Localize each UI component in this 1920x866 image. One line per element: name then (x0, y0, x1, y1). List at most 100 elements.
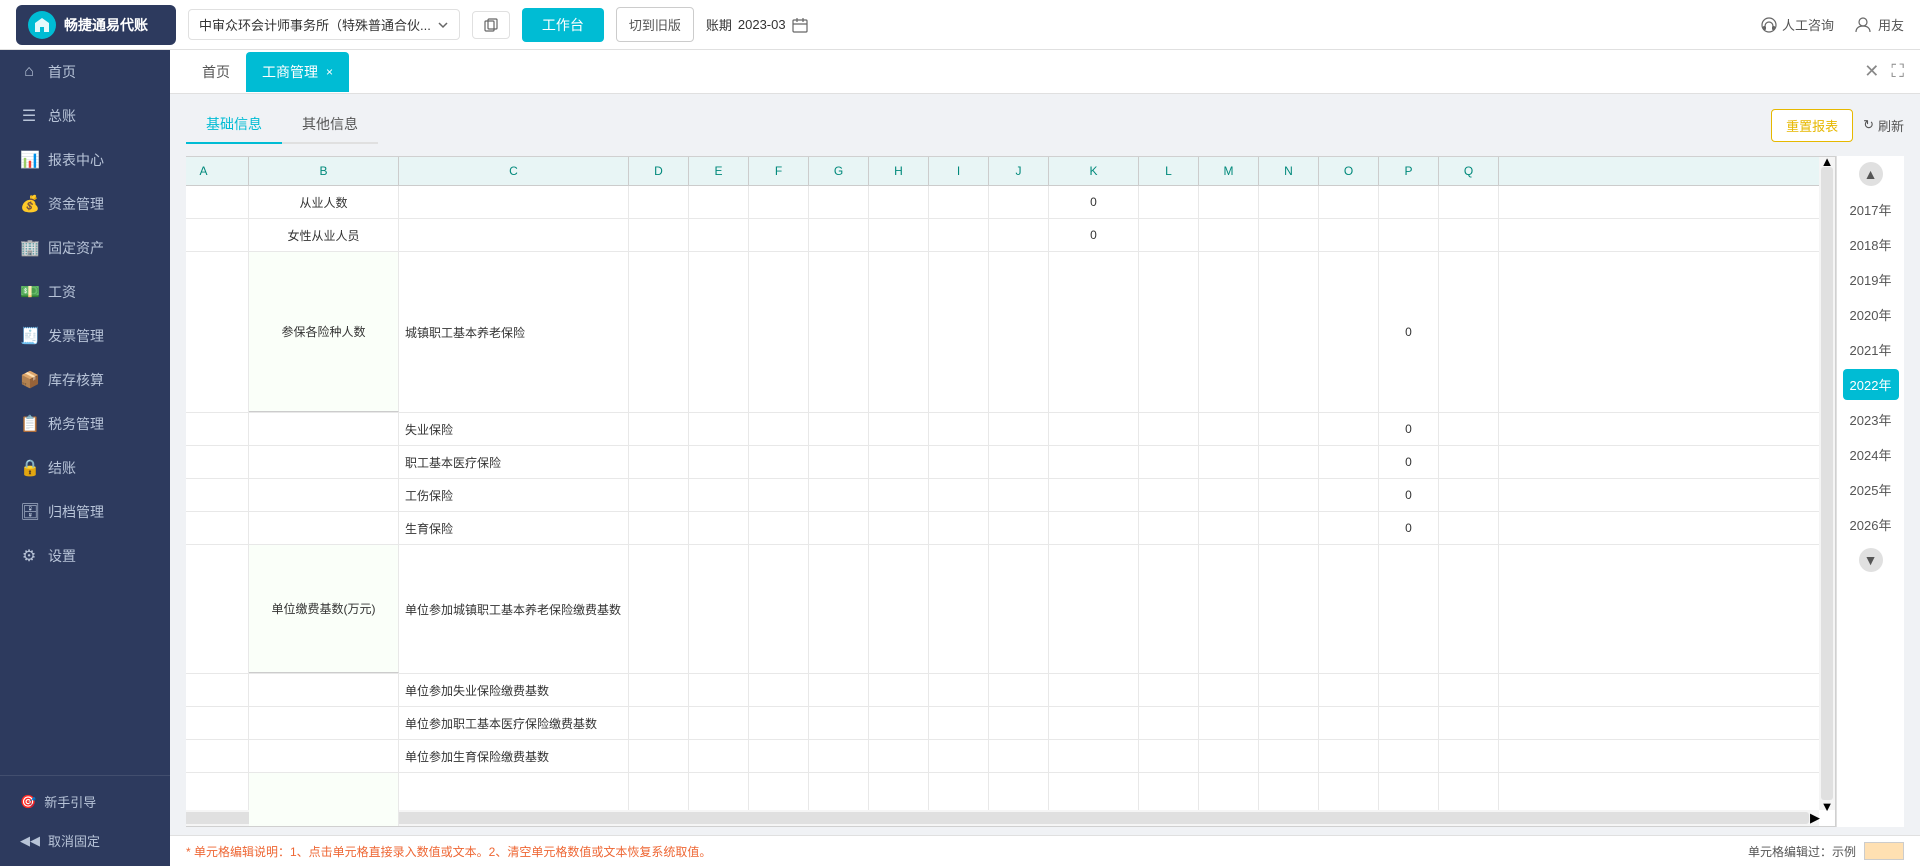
cell-c-22[interactable]: 工伤保险 (399, 479, 629, 511)
cell-o-19[interactable] (1319, 252, 1379, 412)
cell-f-20[interactable] (749, 413, 809, 445)
cell-d-21[interactable] (629, 446, 689, 478)
cell-c-27[interactable]: 单位参加生育保险缴费基数 (399, 740, 629, 772)
sidebar-item-settings[interactable]: ⚙设置 (0, 534, 170, 578)
cell-f-17[interactable] (749, 186, 809, 218)
cell-p-21[interactable]: 0 (1379, 446, 1439, 478)
cell-l-26[interactable] (1139, 707, 1199, 739)
cell-h-19[interactable] (869, 252, 929, 412)
cell-d-18[interactable] (629, 219, 689, 251)
cell-m-26[interactable] (1199, 707, 1259, 739)
sidebar-item-assets[interactable]: 🏢固定资产 (0, 226, 170, 270)
cell-d-26[interactable] (629, 707, 689, 739)
cell-f-27[interactable] (749, 740, 809, 772)
scroll-x[interactable]: ◀ ▶ (186, 810, 1819, 826)
old-version-button[interactable]: 切到旧版 (616, 7, 694, 42)
cell-a-25[interactable] (186, 674, 249, 706)
cell-g-22[interactable] (809, 479, 869, 511)
cell-g-20[interactable] (809, 413, 869, 445)
cell-o-25[interactable] (1319, 674, 1379, 706)
cell-q-25[interactable] (1439, 674, 1499, 706)
cell-b-18[interactable]: 女性从业人员 (249, 219, 399, 251)
cell-k-20[interactable] (1049, 413, 1139, 445)
cell-p-24[interactable] (1379, 545, 1439, 673)
cell-i-27[interactable] (929, 740, 989, 772)
cell-q-18[interactable] (1439, 219, 1499, 251)
cell-h-22[interactable] (869, 479, 929, 511)
cell-h-25[interactable] (869, 674, 929, 706)
cell-b-20[interactable] (249, 413, 399, 445)
cell-b-27[interactable] (249, 740, 399, 772)
sidebar-item-tax[interactable]: 📋税务管理 (0, 402, 170, 446)
cell-p-25[interactable] (1379, 674, 1439, 706)
close-tab-button[interactable]: ✕ (1864, 61, 1879, 82)
year-nav-up[interactable]: ▲ (1859, 156, 1883, 192)
cell-p-26[interactable] (1379, 707, 1439, 739)
cell-g-25[interactable] (809, 674, 869, 706)
cell-c-18[interactable] (399, 219, 629, 251)
cell-m-22[interactable] (1199, 479, 1259, 511)
tab-close-button[interactable]: × (326, 65, 333, 79)
cell-g-24[interactable] (809, 545, 869, 673)
expand-button[interactable]: ⛶ (1891, 61, 1904, 82)
cell-b-19[interactable]: 参保各险种人数 (249, 252, 399, 412)
cell-f-26[interactable] (749, 707, 809, 739)
cell-g-19[interactable] (809, 252, 869, 412)
year-item-2020[interactable]: 2020年 (1843, 299, 1899, 330)
cell-i-19[interactable] (929, 252, 989, 412)
cell-l-23[interactable] (1139, 512, 1199, 544)
cell-d-23[interactable] (629, 512, 689, 544)
cell-e-27[interactable] (689, 740, 749, 772)
cell-a-21[interactable] (186, 446, 249, 478)
cell-l-25[interactable] (1139, 674, 1199, 706)
cell-e-18[interactable] (689, 219, 749, 251)
cell-m-27[interactable] (1199, 740, 1259, 772)
cell-j-23[interactable] (989, 512, 1049, 544)
cell-p-20[interactable]: 0 (1379, 413, 1439, 445)
tab-active[interactable]: 工商管理 × (246, 52, 349, 92)
cell-n-22[interactable] (1259, 479, 1319, 511)
cell-i-26[interactable] (929, 707, 989, 739)
cell-f-25[interactable] (749, 674, 809, 706)
cell-a-17[interactable] (186, 186, 249, 218)
cell-d-22[interactable] (629, 479, 689, 511)
cell-o-17[interactable] (1319, 186, 1379, 218)
cell-k-25[interactable] (1049, 674, 1139, 706)
cell-q-24[interactable] (1439, 545, 1499, 673)
cell-i-22[interactable] (929, 479, 989, 511)
reset-report-button[interactable]: 重置报表 (1771, 109, 1853, 142)
cell-k-18[interactable]: 0 (1049, 219, 1139, 251)
cell-d-25[interactable] (629, 674, 689, 706)
cell-f-21[interactable] (749, 446, 809, 478)
cell-a-20[interactable] (186, 413, 249, 445)
cell-n-23[interactable] (1259, 512, 1319, 544)
scroll-track-x[interactable] (186, 812, 1809, 824)
cell-i-21[interactable] (929, 446, 989, 478)
cell-k-26[interactable] (1049, 707, 1139, 739)
year-item-2026[interactable]: 2026年 (1843, 509, 1899, 540)
cell-m-21[interactable] (1199, 446, 1259, 478)
cell-f-23[interactable] (749, 512, 809, 544)
cell-g-27[interactable] (809, 740, 869, 772)
cell-a-22[interactable] (186, 479, 249, 511)
cell-f-22[interactable] (749, 479, 809, 511)
cell-a-24[interactable] (186, 545, 249, 673)
cell-b-21[interactable] (249, 446, 399, 478)
year-item-2019[interactable]: 2019年 (1843, 264, 1899, 295)
cell-g-26[interactable] (809, 707, 869, 739)
new-user-guide[interactable]: 🎯 新手引导 (20, 786, 150, 817)
cell-c-24[interactable]: 单位参加城镇职工基本养老保险缴费基数 (399, 545, 629, 673)
cell-k-19[interactable] (1049, 252, 1139, 412)
sub-tab-other[interactable]: 其他信息 (282, 106, 378, 144)
cell-e-20[interactable] (689, 413, 749, 445)
cell-m-25[interactable] (1199, 674, 1259, 706)
cell-a-18[interactable] (186, 219, 249, 251)
cell-e-22[interactable] (689, 479, 749, 511)
cell-p-23[interactable]: 0 (1379, 512, 1439, 544)
cell-c-19[interactable]: 城镇职工基本养老保险 (399, 252, 629, 412)
cell-m-20[interactable] (1199, 413, 1259, 445)
cell-k-27[interactable] (1049, 740, 1139, 772)
cell-l-19[interactable] (1139, 252, 1199, 412)
scroll-y[interactable]: ▲ ▼ (1819, 157, 1835, 810)
cell-e-23[interactable] (689, 512, 749, 544)
